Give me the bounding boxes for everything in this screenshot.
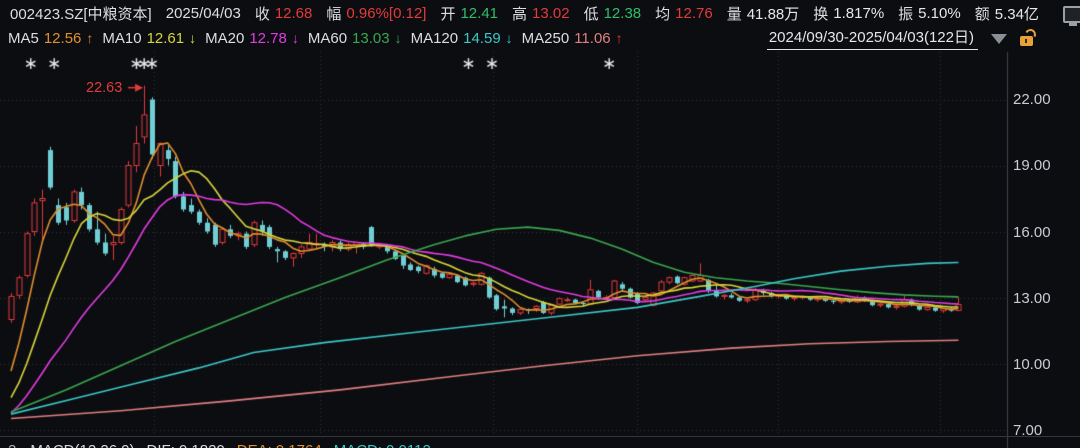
high-price-label: 22.63: [86, 79, 123, 96]
kline-chart-canvas[interactable]: [0, 0, 1080, 448]
y-axis-tick: 16.00: [1013, 224, 1051, 241]
pane-count-badge: 2: [8, 442, 16, 448]
pane-divider: [0, 436, 1080, 437]
dea-value: DEA: 0.1764: [237, 442, 322, 448]
dif-value: DIF: 0.1820: [147, 442, 225, 448]
high-price-callout: 22.63: [86, 79, 123, 96]
macd-indicator-bar: 2 MACD(12,26,9) DIF: 0.1820 DEA: 0.1764 …: [0, 439, 1080, 448]
y-axis-tick: 22.00: [1013, 91, 1051, 108]
indicator-name[interactable]: MACD(12,26,9): [30, 442, 134, 448]
stock-chart-window: 002423.SZ[中粮资本] 2025/04/03 收 12.68 幅 0.9…: [0, 0, 1080, 448]
macd-value: MACD: 0.0112: [334, 442, 431, 448]
y-axis-tick: 13.00: [1013, 290, 1051, 307]
y-axis-tick: 19.00: [1013, 157, 1051, 174]
y-axis-tick: 10.00: [1013, 356, 1051, 373]
